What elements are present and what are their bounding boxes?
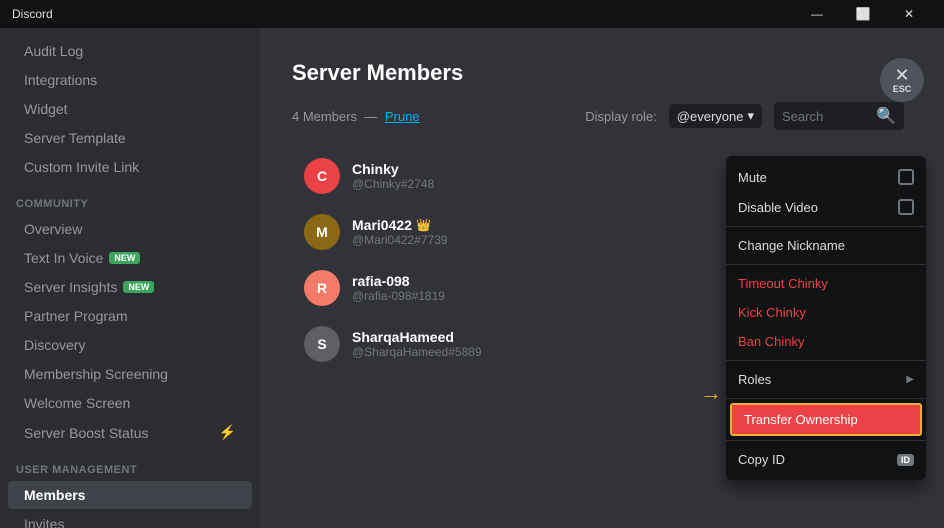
search-icon: 🔍 (876, 106, 896, 126)
ctx-timeout[interactable]: Timeout Chinky (726, 269, 926, 298)
ctx-separator-1 (726, 226, 926, 227)
context-menu: Mute Disable Video Change Nickname Timeo… (726, 156, 926, 480)
esc-label: ESC (893, 84, 912, 94)
sidebar: Audit Log Integrations Widget Server Tem… (0, 28, 260, 528)
display-role-label: Display role: (585, 109, 657, 124)
main-content: Server Members 4 Members — Prune Display… (260, 28, 944, 528)
sidebar-item-text-in-voice[interactable]: Text In Voice NEW (8, 244, 252, 272)
ctx-separator-2 (726, 264, 926, 265)
maximize-button[interactable]: ⬜ (840, 0, 886, 28)
app-title: Discord (12, 7, 53, 21)
sidebar-item-discovery[interactable]: Discovery (8, 331, 252, 359)
sidebar-item-audit[interactable]: Audit Log (8, 37, 252, 65)
avatar: S (304, 326, 340, 362)
sidebar-item-integrations[interactable]: Integrations (8, 66, 252, 94)
disable-video-checkbox[interactable] (898, 199, 914, 215)
members-header: 4 Members — Prune Display role: @everyon… (292, 102, 904, 130)
sidebar-item-welcome-screen[interactable]: Welcome Screen (8, 389, 252, 417)
id-badge: ID (897, 454, 914, 466)
app-body: Audit Log Integrations Widget Server Tem… (0, 28, 944, 528)
ctx-mute[interactable]: Mute (726, 162, 926, 192)
ctx-copy-id[interactable]: Copy ID ID (726, 445, 926, 474)
community-section-label: COMMUNITY (0, 182, 260, 214)
title-bar: Discord — ⬜ ✕ (0, 0, 944, 28)
window-controls: — ⬜ ✕ (794, 0, 932, 28)
sidebar-item-server-boost[interactable]: Server Boost Status ⚡ (8, 418, 252, 447)
role-dropdown[interactable]: @everyone ▾ (669, 104, 762, 128)
chevron-right-icon: ▶ (906, 374, 914, 385)
sidebar-item-members[interactable]: Members (8, 481, 252, 509)
text-in-voice-badge: NEW (109, 252, 140, 264)
mute-checkbox[interactable] (898, 169, 914, 185)
sidebar-item-server-insights[interactable]: Server Insights NEW (8, 273, 252, 301)
crown-icon: 👑 (416, 218, 431, 232)
page-title: Server Members (292, 60, 904, 86)
prune-link[interactable]: Prune (385, 109, 420, 124)
sidebar-item-widget[interactable]: Widget (8, 95, 252, 123)
sidebar-item-server-template[interactable]: Server Template (8, 124, 252, 152)
close-button[interactable]: ✕ (886, 0, 932, 28)
ctx-ban[interactable]: Ban Chinky (726, 327, 926, 356)
member-count: 4 Members — (292, 109, 381, 124)
ctx-separator-3 (726, 360, 926, 361)
server-insights-badge: NEW (123, 281, 154, 293)
esc-button[interactable]: ✕ ESC (880, 58, 924, 102)
avatar: R (304, 270, 340, 306)
ctx-disable-video[interactable]: Disable Video (726, 192, 926, 222)
sidebar-item-membership-screening[interactable]: Membership Screening (8, 360, 252, 388)
ctx-transfer-ownership[interactable]: Transfer Ownership (730, 403, 922, 436)
ctx-separator-5 (726, 440, 926, 441)
minimize-button[interactable]: — (794, 0, 840, 28)
avatar: M (304, 214, 340, 250)
boost-icon: ⚡ (219, 424, 236, 441)
search-input[interactable] (782, 109, 870, 124)
sidebar-item-custom-invite[interactable]: Custom Invite Link (8, 153, 252, 181)
search-box: 🔍 (774, 102, 904, 130)
avatar: C (304, 158, 340, 194)
sidebar-item-invites[interactable]: Invites (8, 510, 252, 528)
ctx-separator-4 (726, 398, 926, 399)
ctx-change-nickname[interactable]: Change Nickname (726, 231, 926, 260)
member-filters: Display role: @everyone ▾ 🔍 (585, 102, 904, 130)
ctx-roles[interactable]: Roles ▶ (726, 365, 926, 394)
close-icon: ✕ (894, 66, 909, 84)
chevron-down-icon: ▾ (747, 108, 754, 124)
ctx-kick[interactable]: Kick Chinky (726, 298, 926, 327)
sidebar-item-partner-program[interactable]: Partner Program (8, 302, 252, 330)
user-mgmt-section-label: USER MANAGEMENT (0, 448, 260, 480)
arrow-indicator: → (700, 380, 722, 406)
sidebar-item-overview[interactable]: Overview (8, 215, 252, 243)
